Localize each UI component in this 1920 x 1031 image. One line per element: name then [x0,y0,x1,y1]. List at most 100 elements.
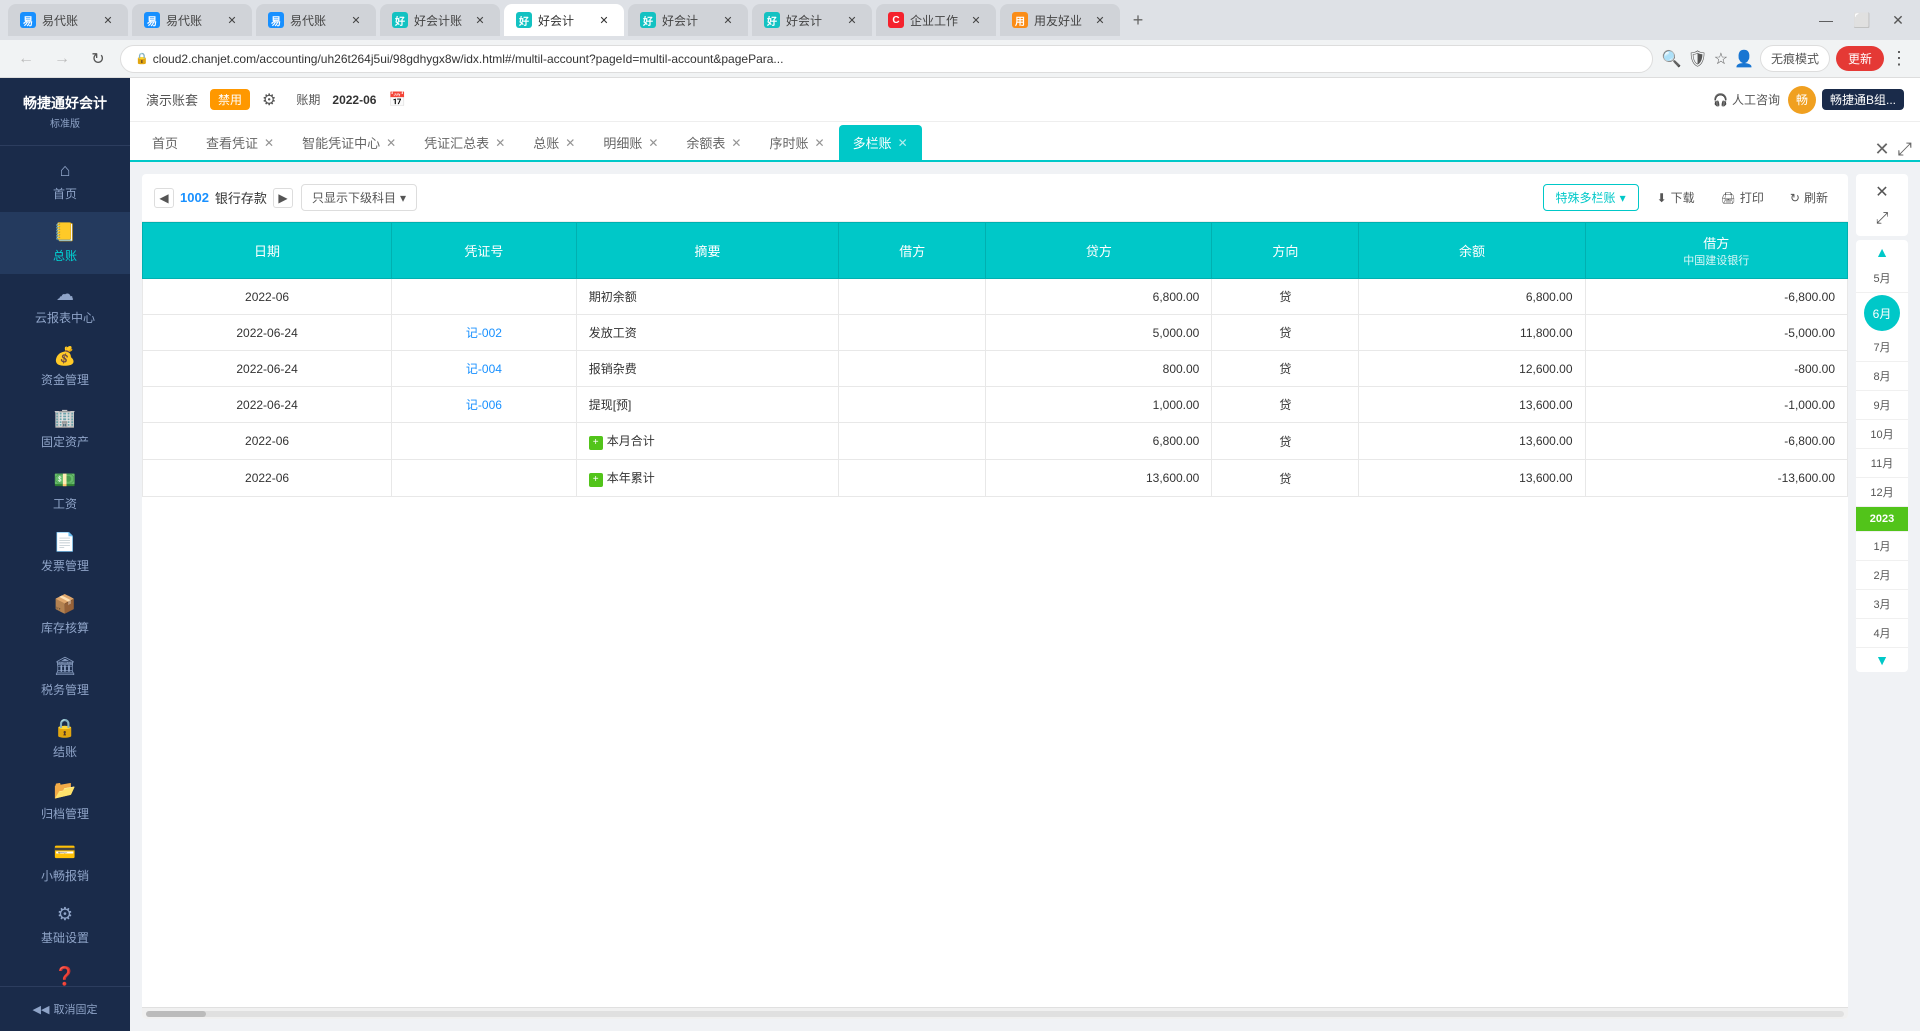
sidebar-item-close[interactable]: 🔒 结账 [0,708,130,770]
sidebar-item-expense[interactable]: 💳 小畅报销 [0,832,130,894]
month-item-2022-7[interactable]: 7月 [1856,333,1908,362]
tab-yidaizhang-1[interactable]: 易 易代账 ✕ [8,4,128,36]
tab-yongyou[interactable]: 用 用友好业 ✕ [1000,4,1120,36]
tab-close-7[interactable]: ✕ [844,12,860,28]
sidebar-item-invoice[interactable]: 📄 发票管理 [0,522,130,584]
tab-haokuaiji-6[interactable]: 好 好会计 ✕ [628,4,748,36]
month-item-2022-10[interactable]: 10月 [1856,420,1908,449]
voucher-link[interactable]: 记-004 [466,362,502,376]
tab-close-9[interactable]: ✕ [1092,12,1108,28]
window-controls: — ⬜ ✕ [1812,6,1912,34]
tab-smart-voucher[interactable]: 智能凭证中心 ✕ [288,125,410,160]
sidebar-item-inventory[interactable]: 📦 库存核算 [0,584,130,646]
search-icon[interactable]: 🔍 [1661,49,1681,69]
expand-tabs-icon[interactable]: ⤢ [1898,139,1912,160]
tab-balance-table[interactable]: 余额表 ✕ [672,125,755,160]
tab-close-8[interactable]: ✕ [968,12,984,28]
tab-general-ledger-close[interactable]: ✕ [565,136,575,150]
unpin-button[interactable]: ◀◀ 取消固定 [8,995,122,1023]
tab-close-1[interactable]: ✕ [100,12,116,28]
sidebar-item-settings[interactable]: ⚙ 基础设置 [0,894,130,956]
month-item-2022-8[interactable]: 8月 [1856,362,1908,391]
tab-voucher-summary[interactable]: 凭证汇总表 ✕ [410,125,519,160]
month-scroll-up-button[interactable]: ▲ [1856,240,1908,264]
collapse-tabs-icon[interactable]: ✕ [1875,139,1890,160]
shield-icon[interactable]: 🛡 [1687,49,1707,69]
prev-account-button[interactable]: ◀ [154,188,174,208]
tab-close-2[interactable]: ✕ [224,12,240,28]
sidebar-item-archive[interactable]: 📂 归档管理 [0,770,130,832]
settings-gear-icon[interactable]: ⚙ [262,90,276,110]
tab-sequence-ledger-close[interactable]: ✕ [815,136,825,150]
star-icon[interactable]: ☆ [1714,49,1728,69]
minimize-button[interactable]: — [1812,6,1840,34]
print-button[interactable]: 🖨 打印 [1713,185,1772,210]
calendar-icon[interactable]: 📅 [388,91,405,108]
tab-close-6[interactable]: ✕ [720,12,736,28]
month-item-2023-1[interactable]: 1月 [1856,532,1908,561]
back-button[interactable]: ← [12,45,40,73]
sidebar-item-tax[interactable]: 🏛 税务管理 [0,646,130,708]
close-button[interactable]: ✕ [1884,6,1912,34]
month-item-2023-4[interactable]: 4月 [1856,619,1908,648]
tab-multi-col-close[interactable]: ✕ [898,136,908,150]
tab-close-4[interactable]: ✕ [472,12,488,28]
tab-yidaizhang-3[interactable]: 易 易代账 ✕ [256,4,376,36]
horizontal-scrollbar[interactable] [142,1007,1848,1019]
tab-home[interactable]: 首页 [138,125,192,160]
next-account-button[interactable]: ▶ [273,188,293,208]
tab-close-5[interactable]: ✕ [596,12,612,28]
sidebar-item-fund[interactable]: 💰 资金管理 [0,336,130,398]
wuhen-mode-button[interactable]: 无痕模式 [1760,45,1830,72]
month-item-2022-12[interactable]: 12月 [1856,478,1908,507]
month-item-2023-2[interactable]: 2月 [1856,561,1908,590]
month-item-2022-6[interactable]: 6月 [1864,295,1900,331]
tab-voucher-summary-close[interactable]: ✕ [495,136,505,150]
tab-multi-col[interactable]: 多栏账 ✕ [839,125,922,160]
sidebar-item-ledger[interactable]: 📒 总账 [0,212,130,274]
tab-sequence-ledger[interactable]: 序时账 ✕ [755,125,838,160]
refresh-button[interactable]: ↻ 刷新 [1782,185,1836,210]
cell-voucher [392,460,577,497]
consult-button[interactable]: 🎧 人工咨询 [1713,91,1780,108]
download-button[interactable]: ⬇ 下载 [1649,185,1703,210]
tab-balance-table-close[interactable]: ✕ [731,136,741,150]
voucher-link[interactable]: 记-006 [466,398,502,412]
month-item-2022-5[interactable]: 5月 [1856,264,1908,293]
month-scroll-down-button[interactable]: ▼ [1856,648,1908,672]
tab-qiyegongzuo[interactable]: C 企业工作 ✕ [876,4,996,36]
tab-haokuaiji-7[interactable]: 好 好会计 ✕ [752,4,872,36]
sidebar-item-salary[interactable]: 💵 工资 [0,460,130,522]
voucher-link[interactable]: 记-002 [466,326,502,340]
profile-icon[interactable]: 👤 [1734,49,1754,69]
tab-yidaizhang-2[interactable]: 易 易代账 ✕ [132,4,252,36]
tab-detail-ledger[interactable]: 明细账 ✕ [589,125,672,160]
cell-special: -6,800.00 [1585,423,1847,460]
month-item-2022-9[interactable]: 9月 [1856,391,1908,420]
maximize-button[interactable]: ⬜ [1848,6,1876,34]
tab-detail-ledger-close[interactable]: ✕ [648,136,658,150]
tab-smart-voucher-close[interactable]: ✕ [386,136,396,150]
tab-view-voucher[interactable]: 查看凭证 ✕ [192,125,288,160]
sidebar-item-home[interactable]: ⌂ 首页 [0,150,130,212]
month-item-2022-11[interactable]: 11月 [1856,449,1908,478]
sub-filter-dropdown[interactable]: 只显示下级科目 ▾ [301,184,417,211]
month-item-2023-3[interactable]: 3月 [1856,590,1908,619]
reload-button[interactable]: ↻ [84,45,112,73]
sidebar-item-guide[interactable]: ❓ 新手引导 [0,956,130,986]
new-tab-button[interactable]: + [1124,6,1152,34]
url-input[interactable]: 🔒 cloud2.chanjet.com/accounting/uh26t264… [120,45,1653,73]
panel-expand-button[interactable]: ⤢ [1872,206,1893,232]
special-col-button[interactable]: 特殊多栏账 ▾ [1543,184,1639,211]
update-button[interactable]: 更新 [1836,46,1884,71]
tab-haokuaiji-4[interactable]: 好 好会计账 ✕ [380,4,500,36]
tab-haokuaiji-5[interactable]: 好 好会计 ✕ [504,4,624,36]
sidebar-item-report[interactable]: ☁ 云报表中心 [0,274,130,336]
tab-general-ledger[interactable]: 总账 ✕ [519,125,589,160]
forward-button[interactable]: → [48,45,76,73]
panel-close-button[interactable]: ✕ [1871,178,1892,206]
tab-view-voucher-close[interactable]: ✕ [264,136,274,150]
tab-close-3[interactable]: ✕ [348,12,364,28]
menu-icon[interactable]: ⋮ [1890,48,1908,69]
sidebar-item-asset[interactable]: 🏢 固定资产 [0,398,130,460]
